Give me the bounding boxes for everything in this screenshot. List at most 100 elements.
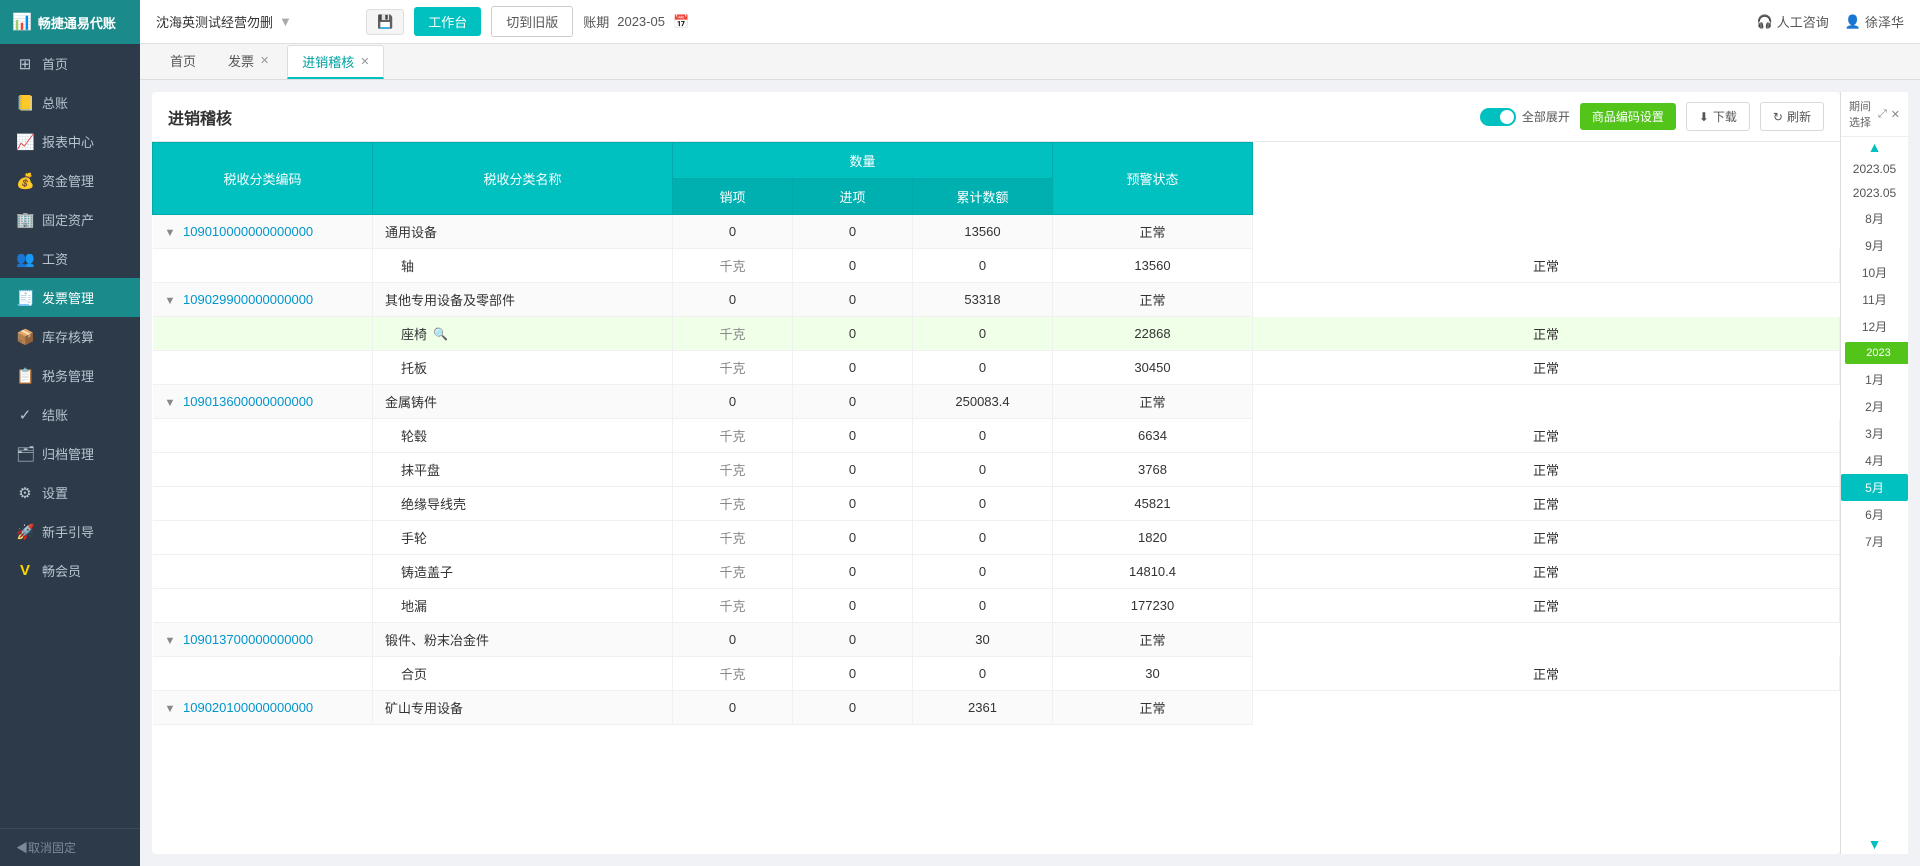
calendar-icon[interactable]: 📅 xyxy=(673,14,689,30)
table-status-cell: 正常 xyxy=(1053,283,1253,317)
period-month-item[interactable]: 2月 xyxy=(1841,393,1908,420)
period-month-item[interactable]: 2023.05 xyxy=(1841,157,1908,181)
reconcile-table: 税收分类编码 税收分类名称 数量 预警状态 xyxy=(152,142,1840,725)
sidebar-item-close[interactable]: ✓ 结账 xyxy=(0,395,140,434)
table-container: 税收分类编码 税收分类名称 数量 预警状态 xyxy=(152,142,1840,854)
close-period-icon: ✓ xyxy=(16,406,34,424)
collapse-icon[interactable]: ▼ xyxy=(165,227,176,239)
collapse-icon[interactable]: ▼ xyxy=(165,397,176,409)
table-sub-name: 合页 xyxy=(373,657,673,691)
period-month-item[interactable]: 6月 xyxy=(1841,501,1908,528)
table-total-cell: 6634 xyxy=(1053,419,1253,453)
period-month-item[interactable]: 2023.05 xyxy=(1841,181,1908,205)
th-quantity-group: 数量 xyxy=(673,143,1053,179)
table-row: ▼ 109010000000000000 xyxy=(153,215,373,249)
period-month-active[interactable]: 5月 xyxy=(1841,474,1908,501)
sidebar-item-label: 固定资产 xyxy=(42,210,94,229)
period-month-item[interactable]: 10月 xyxy=(1841,259,1908,286)
tab-invoice-close[interactable]: ✕ xyxy=(260,54,269,67)
table-total-cell: 45821 xyxy=(1053,487,1253,521)
table-status-cell: 正常 xyxy=(1253,657,1840,691)
tab-invoice[interactable]: 发票 ✕ xyxy=(214,45,283,78)
table-status-cell: 正常 xyxy=(1253,589,1840,623)
sidebar-item-assets[interactable]: 🏢 固定资产 xyxy=(0,200,140,239)
table-sales-cell: 0 xyxy=(673,385,793,419)
toggle-label: 全部展开 xyxy=(1522,108,1570,125)
download-button[interactable]: ⬇ 下载 xyxy=(1686,102,1750,131)
table-total-cell: 2361 xyxy=(913,691,1053,725)
sidebar-item-reports[interactable]: 📈 报表中心 xyxy=(0,122,140,161)
sidebar-item-guide[interactable]: 🚀 新手引导 xyxy=(0,512,140,551)
company-dropdown-icon: ▼ xyxy=(279,14,292,29)
table-sales-cell: 0 xyxy=(793,589,913,623)
company-selector[interactable]: 沈海英测试经营勿删 ▼ xyxy=(156,12,356,31)
user-menu[interactable]: 👤 徐泽华 xyxy=(1845,12,1904,31)
period-down-arrow[interactable]: ▼ xyxy=(1864,832,1886,854)
refresh-button[interactable]: ↻ 刷新 xyxy=(1760,102,1824,131)
sidebar-item-settings[interactable]: ⚙ 设置 xyxy=(0,473,140,512)
expand-toggle[interactable]: 全部展开 xyxy=(1480,108,1570,126)
toggle-track[interactable] xyxy=(1480,108,1516,126)
table-purchase-cell: 0 xyxy=(913,249,1053,283)
period-month-item[interactable]: 12月 xyxy=(1841,313,1908,340)
tab-reconcile[interactable]: 进销稽核 ✕ xyxy=(287,45,384,79)
user-icon: 👤 xyxy=(1845,14,1861,30)
sidebar-item-label: 总账 xyxy=(42,93,68,112)
table-sales-cell: 0 xyxy=(673,283,793,317)
table-unit-sales: 千克 xyxy=(673,351,793,385)
period-month-item[interactable]: 8月 xyxy=(1841,205,1908,232)
table-status-cell: 正常 xyxy=(1053,691,1253,725)
collapse-icon[interactable]: ▼ xyxy=(165,703,176,715)
sidebar-item-funds[interactable]: 💰 资金管理 xyxy=(0,161,140,200)
switch-version-button[interactable]: 切到旧版 xyxy=(491,6,573,37)
tax-icon: 📋 xyxy=(16,367,34,385)
reports-icon: 📈 xyxy=(16,133,34,151)
search-icon[interactable]: 🔍 xyxy=(433,327,448,341)
table-code-cell xyxy=(153,317,373,351)
tab-bar: 首页 发票 ✕ 进销稽核 ✕ xyxy=(140,44,1920,80)
period-month-item[interactable]: 1月 xyxy=(1841,366,1908,393)
sidebar-item-payroll[interactable]: 👥 工资 xyxy=(0,239,140,278)
table-total-cell: 1820 xyxy=(1053,521,1253,555)
period-up-arrow[interactable]: ▲ xyxy=(1864,135,1886,159)
sidebar-item-label: 库存核算 xyxy=(42,327,94,346)
tab-home[interactable]: 首页 xyxy=(156,45,210,78)
period-label: 账期 xyxy=(583,12,609,31)
table-status-cell: 正常 xyxy=(1253,317,1840,351)
period-month-item[interactable]: 3月 xyxy=(1841,420,1908,447)
collapse-icon[interactable]: ▼ xyxy=(165,295,176,307)
period-month-item[interactable]: 4月 xyxy=(1841,447,1908,474)
tab-invoice-label: 发票 xyxy=(228,51,254,70)
period-month-item[interactable]: 9月 xyxy=(1841,232,1908,259)
period-month-item[interactable]: 11月 xyxy=(1841,286,1908,313)
workbench-button[interactable]: 工作台 xyxy=(414,7,481,36)
table-purchase-cell: 0 xyxy=(913,657,1053,691)
service-button[interactable]: 🎧 人工咨询 xyxy=(1757,12,1829,31)
table-total-cell: 3768 xyxy=(1053,453,1253,487)
sidebar-item-ledger[interactable]: 📒 总账 xyxy=(0,83,140,122)
payroll-icon: 👥 xyxy=(16,250,34,268)
sidebar-item-member[interactable]: V 畅会员 xyxy=(0,551,140,590)
save-button[interactable]: 💾 xyxy=(366,9,404,35)
panel-expand-icon[interactable]: ⤢ xyxy=(1878,108,1887,121)
sidebar-pin-toggle[interactable]: ◀取消固定 xyxy=(0,828,140,866)
logo-text: 畅捷通易代账 xyxy=(38,13,116,32)
table-unit-sales: 千克 xyxy=(673,419,793,453)
table-name-cell: 金属铸件 xyxy=(373,385,673,419)
table-sub-name: 轴 xyxy=(373,249,673,283)
topbar-right: 🎧 人工咨询 👤 徐泽华 xyxy=(1757,12,1904,31)
sidebar-item-archive[interactable]: 🗂 归档管理 xyxy=(0,434,140,473)
tab-reconcile-close[interactable]: ✕ xyxy=(360,55,369,68)
table-sales-cell: 0 xyxy=(793,351,913,385)
sidebar-item-invoices[interactable]: 🧾 发票管理 xyxy=(0,278,140,317)
sidebar-item-label: 设置 xyxy=(42,483,68,502)
sidebar-item-home[interactable]: ⊞ 首页 xyxy=(0,44,140,83)
sidebar-item-inventory[interactable]: 📦 库存核算 xyxy=(0,317,140,356)
collapse-icon[interactable]: ▼ xyxy=(165,635,176,647)
panel-close-icon[interactable]: ✕ xyxy=(1891,108,1900,121)
table-purchase-cell: 0 xyxy=(793,215,913,249)
sidebar-item-tax[interactable]: 📋 税务管理 xyxy=(0,356,140,395)
company-name: 沈海英测试经营勿删 xyxy=(156,12,273,31)
product-code-button[interactable]: 商品编码设置 xyxy=(1580,103,1676,130)
period-month-item[interactable]: 7月 xyxy=(1841,528,1908,555)
